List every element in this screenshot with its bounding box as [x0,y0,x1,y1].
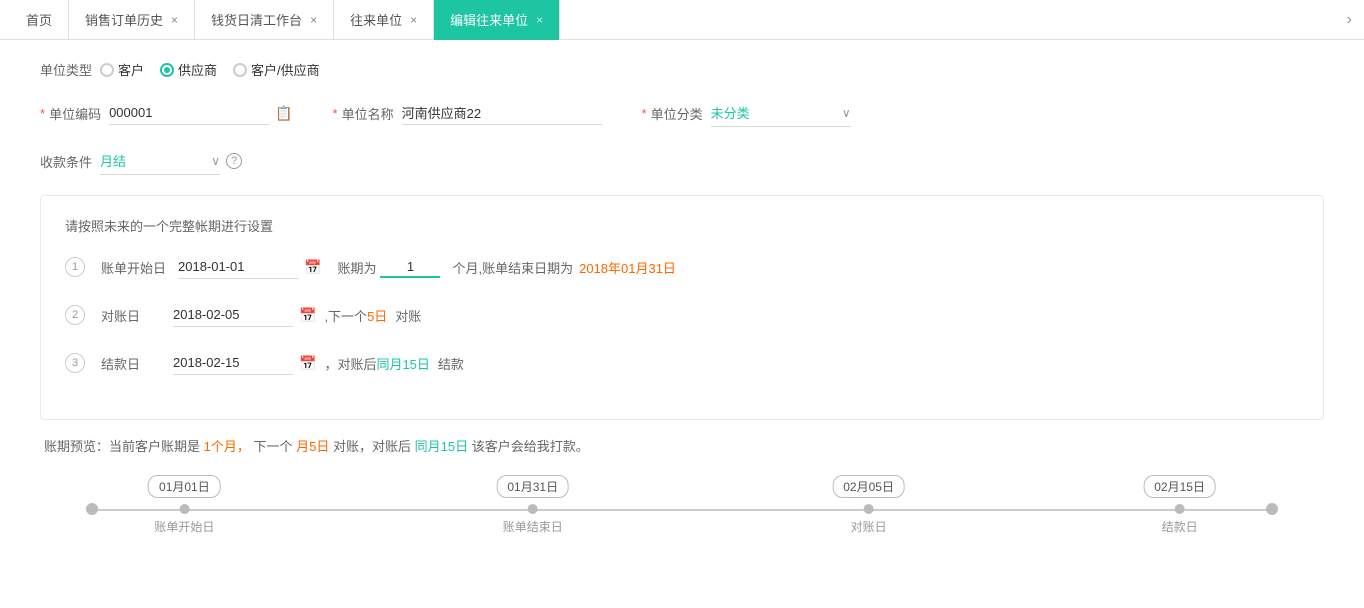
step-1-period-end: 2018年01月31日 [579,258,676,277]
unit-name-field: * 单位名称 [333,101,602,125]
step-3-desc-highlight: 同月15日 [376,354,429,373]
tl-point-4: 02月15日 结款日 [1143,475,1216,535]
radio-both-circle [233,63,247,77]
tl-point-2: 01月31日 账单结束日 [496,475,569,535]
step-2-calendar-icon[interactable]: 📅 [299,307,316,324]
unit-code-field: * 单位编码 📋 [40,101,293,125]
step-2-desc-suffix: 对账 [395,306,421,325]
radio-both[interactable]: 客户/供应商 [233,60,320,79]
settings-section: 请按照未来的一个完整帐期进行设置 1 账单开始日 📅 账期为 个月,账单结束日期… [40,195,1324,420]
tl-label-4: 结款日 [1162,518,1198,535]
unit-code-icon[interactable]: 📋 [275,105,292,122]
payment-value: 月结 [100,151,203,170]
step-1-number: 1 [65,257,85,277]
timeline: 01月01日 账单开始日 01月31日 账单结束日 02月05日 对账日 02月… [60,475,1304,555]
preview-text: 账期预览：当前客户账期是 1个月， 下一个 月5日 对账，对账后 同月15日 该… [40,436,1324,455]
category-dropdown-icon: ∨ [842,106,851,120]
step-1-label: 账单开始日 [101,258,166,277]
unit-code-label: 单位编码 [49,104,101,123]
payment-select[interactable]: 月结 ∨ [100,147,220,175]
unit-category-value: 未分类 [711,103,834,122]
step-3-desc-suffix: 结款 [438,354,464,373]
tab-close-cash[interactable]: × [310,13,317,27]
unit-info-row: * 单位编码 📋 * 单位名称 * 单位分类 未分类 ∨ [40,99,1324,127]
tl-badge-2: 01月31日 [496,475,569,498]
tl-label-1: 账单开始日 [154,518,214,535]
unit-type-label: 单位类型 [40,60,92,79]
step-3-number: 3 [65,353,85,373]
tab-bar: 首页 销售订单历史 × 钱货日清工作台 × 往来单位 × 编辑往来单位 × › [0,0,1364,40]
preview-highlight3: 同月15日 [415,439,468,454]
step-1-period-input[interactable] [380,257,440,278]
step-1-row: 1 账单开始日 📅 账期为 个月,账单结束日期为 2018年01月31日 [65,255,1299,279]
step-3-calendar-icon[interactable]: 📅 [299,355,316,372]
unit-type-radio-group: 客户 供应商 客户/供应商 [100,60,320,79]
radio-supplier[interactable]: 供应商 [160,60,217,79]
unit-name-label: 单位名称 [342,104,394,123]
tab-more-arrow[interactable]: › [1335,11,1364,29]
radio-customer[interactable]: 客户 [100,60,144,79]
tl-dot-2 [528,504,538,514]
tl-dot-3 [864,504,874,514]
tab-sales-history[interactable]: 销售订单历史 × [69,0,195,40]
tl-badge-1: 01月01日 [148,475,221,498]
step-3-label: 结款日 [101,354,161,373]
tab-close-partner[interactable]: × [410,13,417,27]
unit-category-select[interactable]: 未分类 ∨ [711,99,851,127]
unit-name-star: * [333,106,338,121]
timeline-left-dot [86,503,98,515]
preview-mid: 下一个 [254,439,293,454]
step-3-row: 3 结款日 📅 ，对账后 同月15日 结款 [65,351,1299,375]
unit-category-star: * [642,106,647,121]
payment-help-icon[interactable]: ? [226,153,242,169]
step-1-date-input[interactable] [178,255,298,279]
unit-name-input[interactable] [402,101,602,125]
main-content: 单位类型 客户 供应商 客户/供应商 * 单位编码 📋 * 单位名称 [0,40,1364,608]
tab-cash-work[interactable]: 钱货日清工作台 × [195,0,334,40]
tl-dot-4 [1175,504,1185,514]
preview-highlight2: 月5日 [296,439,329,454]
radio-supplier-circle [160,63,174,77]
payment-row: 收款条件 月结 ∨ ? [40,147,1324,175]
step-3-desc-prefix: ，对账后 [324,354,376,373]
step-1-calendar-icon[interactable]: 📅 [304,259,321,276]
payment-label: 收款条件 [40,152,92,171]
step-2-date-input[interactable] [173,303,293,327]
step-3-date-input[interactable] [173,351,293,375]
tl-dot-1 [179,504,189,514]
preview-highlight1: 1个月， [204,439,250,454]
unit-code-input[interactable] [109,101,269,125]
tab-close-edit[interactable]: × [536,13,543,27]
timeline-rail [90,509,1274,511]
unit-category-field: * 单位分类 未分类 ∨ [642,99,851,127]
tab-home[interactable]: 首页 [10,0,69,40]
timeline-right-dot [1266,503,1278,515]
unit-code-star: * [40,106,45,121]
unit-type-row: 单位类型 客户 供应商 客户/供应商 [40,60,1324,79]
section-title: 请按照未来的一个完整帐期进行设置 [65,216,1299,235]
radio-customer-circle [100,63,114,77]
step-2-number: 2 [65,305,85,325]
step-2-desc-prefix: ,下一个 [324,306,367,325]
step-2-desc-highlight: 5日 [367,306,387,325]
tl-badge-4: 02月15日 [1143,475,1216,498]
preview-after: 对账，对账后 [333,439,411,454]
step-2-label: 对账日 [101,306,161,325]
unit-category-label: 单位分类 [651,104,703,123]
step-1-period-unit: 个月,账单结束日期为 [452,258,573,277]
tl-label-2: 账单结束日 [503,518,563,535]
tab-edit-partner[interactable]: 编辑往来单位 × [434,0,560,40]
tl-label-3: 对账日 [851,518,887,535]
tab-close-sales[interactable]: × [171,13,178,27]
tl-point-3: 02月05日 对账日 [832,475,905,535]
step-2-row: 2 对账日 📅 ,下一个 5日 对账 [65,303,1299,327]
tl-point-1: 01月01日 账单开始日 [148,475,221,535]
payment-dropdown-icon: ∨ [211,154,220,168]
step-1-period-label: 账期为 [337,258,376,277]
tab-partner-list[interactable]: 往来单位 × [334,0,434,40]
preview-end: 该客户会给我打款。 [472,439,589,454]
preview-prefix: 账期预览：当前客户账期是 [44,439,200,454]
tl-badge-3: 02月05日 [832,475,905,498]
